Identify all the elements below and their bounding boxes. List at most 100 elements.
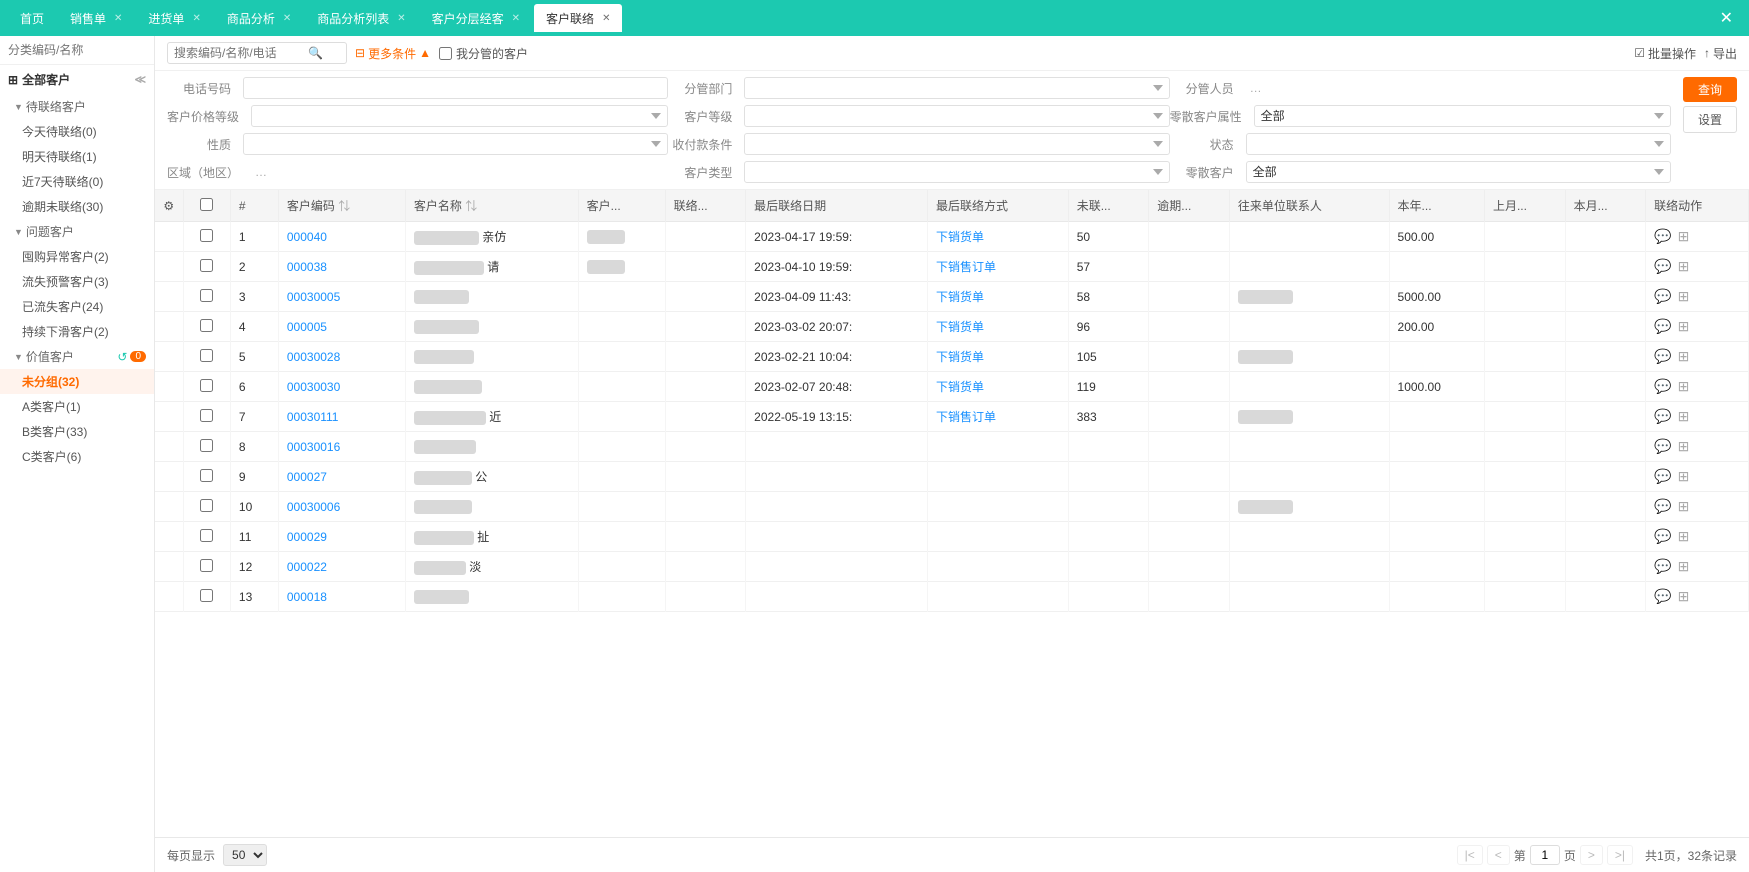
sidebar-group-pending[interactable]: ▼ 待联络客户 [0,94,154,119]
filter-search-icon[interactable]: 🔍 [308,46,323,60]
tab-home[interactable]: 首页 [8,4,56,32]
last-way-link[interactable]: 下销货单 [936,350,984,364]
col-this-year[interactable]: 本年... [1389,190,1484,222]
row-checkbox[interactable] [183,372,230,402]
status-select[interactable] [1246,133,1671,155]
comment-icon[interactable]: 💬 [1654,288,1671,305]
comment-icon[interactable]: 💬 [1654,558,1671,575]
comment-icon[interactable]: 💬 [1654,348,1671,365]
col-overdue[interactable]: 逾期... [1149,190,1230,222]
sidebar-item-churned[interactable]: 已流失客户(24) [0,294,154,319]
phone-input[interactable] [243,77,668,99]
filter-search-input[interactable] [174,46,304,60]
batch-ops-btn[interactable]: ☑ 批量操作 [1634,45,1696,62]
sidebar-item-class-b[interactable]: B类客户(33) [0,419,154,444]
close-sales-icon[interactable]: ✕ [114,13,122,24]
sidebar-item-tomorrow-pending[interactable]: 明天待联络(1) [0,144,154,169]
grid-action-icon[interactable]: ⊞ [1678,468,1690,485]
row-checkbox[interactable] [183,312,230,342]
comment-icon[interactable]: 💬 [1654,258,1671,275]
last-way-link[interactable]: 下销货单 [936,230,984,244]
manager-dots[interactable]: … [1246,81,1266,95]
tab-customer-layer[interactable]: 客户分层经客 ✕ [420,4,532,32]
grid-action-icon[interactable]: ⊞ [1678,558,1690,575]
tab-goods-analysis-list[interactable]: 商品分析列表 ✕ [305,4,417,32]
grid-action-icon[interactable]: ⊞ [1678,528,1690,545]
row-select-checkbox[interactable] [200,229,213,242]
row-code[interactable]: 000038 [278,252,405,282]
tab-customer-contact[interactable]: 客户联络 ✕ [534,4,622,32]
comment-icon[interactable]: 💬 [1654,228,1671,245]
row-checkbox[interactable] [183,252,230,282]
col-name[interactable]: 客户名称 ⇅ [405,190,578,222]
sidebar-item-today-pending[interactable]: 今天待联络(0) [0,119,154,144]
sidebar-group-value[interactable]: ▼ 价值客户 ↺ 0 [0,344,154,369]
refresh-icon[interactable]: ↺ [117,350,127,364]
sidebar-item-overdue-pending[interactable]: 逾期未联络(30) [0,194,154,219]
grid-action-icon[interactable]: ⊞ [1678,408,1690,425]
comment-icon[interactable]: 💬 [1654,438,1671,455]
reset-button[interactable]: 设置 [1683,106,1737,133]
row-code[interactable]: 000040 [278,222,405,252]
close-all-tabs[interactable]: ✕ [1712,8,1741,28]
sidebar-item-7day-pending[interactable]: 近7天待联络(0) [0,169,154,194]
row-select-checkbox[interactable] [200,589,213,602]
col-checkbox-all[interactable] [183,190,230,222]
col-last-way[interactable]: 最后联络方式 [928,190,1069,222]
sidebar-item-ungrouped[interactable]: 未分组(32) [0,369,154,394]
last-way-link[interactable]: 下销售订单 [936,410,996,424]
row-code[interactable]: 00030111 [278,402,405,432]
comment-icon[interactable]: 💬 [1654,528,1671,545]
row-checkbox[interactable] [183,342,230,372]
row-checkbox[interactable] [183,432,230,462]
prev-page-btn[interactable]: < [1487,845,1510,865]
payment-select[interactable] [744,133,1169,155]
comment-icon[interactable]: 💬 [1654,318,1671,335]
row-code[interactable]: 000005 [278,312,405,342]
close-customer-contact-icon[interactable]: ✕ [602,13,610,24]
col-no-contact[interactable]: 未联... [1068,190,1149,222]
region-dots[interactable]: … [251,165,271,179]
sidebar-group-problem[interactable]: ▼ 问题客户 [0,219,154,244]
col-code[interactable]: 客户编码 ⇅ [278,190,405,222]
col-unit-contact[interactable]: 往来单位联系人 [1229,190,1389,222]
col-settings[interactable]: ⚙ [155,190,183,222]
grid-action-icon[interactable]: ⊞ [1678,258,1690,275]
row-code[interactable]: 00030016 [278,432,405,462]
grid-action-icon[interactable]: ⊞ [1678,348,1690,365]
row-checkbox[interactable] [183,522,230,552]
last-way-link[interactable]: 下销货单 [936,380,984,394]
row-checkbox[interactable] [183,402,230,432]
row-code[interactable]: 00030030 [278,372,405,402]
comment-icon[interactable]: 💬 [1654,468,1671,485]
row-select-checkbox[interactable] [200,469,213,482]
customer-type-select[interactable] [744,161,1169,183]
row-code[interactable]: 00030028 [278,342,405,372]
grid-action-icon[interactable]: ⊞ [1678,228,1690,245]
row-code[interactable]: 00030006 [278,492,405,522]
last-way-link[interactable]: 下销货单 [936,290,984,304]
last-page-btn[interactable]: >| [1607,845,1633,865]
retail-attr-select[interactable]: 全部 [1254,105,1671,127]
row-select-checkbox[interactable] [200,559,213,572]
dept-select[interactable] [744,77,1169,99]
col-this-month[interactable]: 本月... [1565,190,1646,222]
row-checkbox[interactable] [183,492,230,522]
close-purchase-icon[interactable]: ✕ [192,13,200,24]
sidebar-item-declining[interactable]: 持续下滑客户(2) [0,319,154,344]
comment-icon[interactable]: 💬 [1654,498,1671,515]
sidebar-item-churn-warn[interactable]: 流失预警客户(3) [0,269,154,294]
close-goods-analysis-icon[interactable]: ✕ [283,13,291,24]
row-select-checkbox[interactable] [200,349,213,362]
tab-goods-analysis[interactable]: 商品分析 ✕ [215,4,303,32]
last-way-link[interactable]: 下销货单 [936,320,984,334]
query-button[interactable]: 查询 [1683,77,1737,102]
row-code[interactable]: 000018 [278,582,405,612]
grid-action-icon[interactable]: ⊞ [1678,438,1690,455]
retail-select[interactable]: 全部 [1246,161,1671,183]
select-all-checkbox[interactable] [200,198,213,211]
all-customers-header[interactable]: ⊞ 全部客户 ≪ [0,65,154,94]
col-last-date[interactable]: 最后联络日期 [746,190,928,222]
row-select-checkbox[interactable] [200,289,213,302]
sidebar-item-class-a[interactable]: A类客户(1) [0,394,154,419]
